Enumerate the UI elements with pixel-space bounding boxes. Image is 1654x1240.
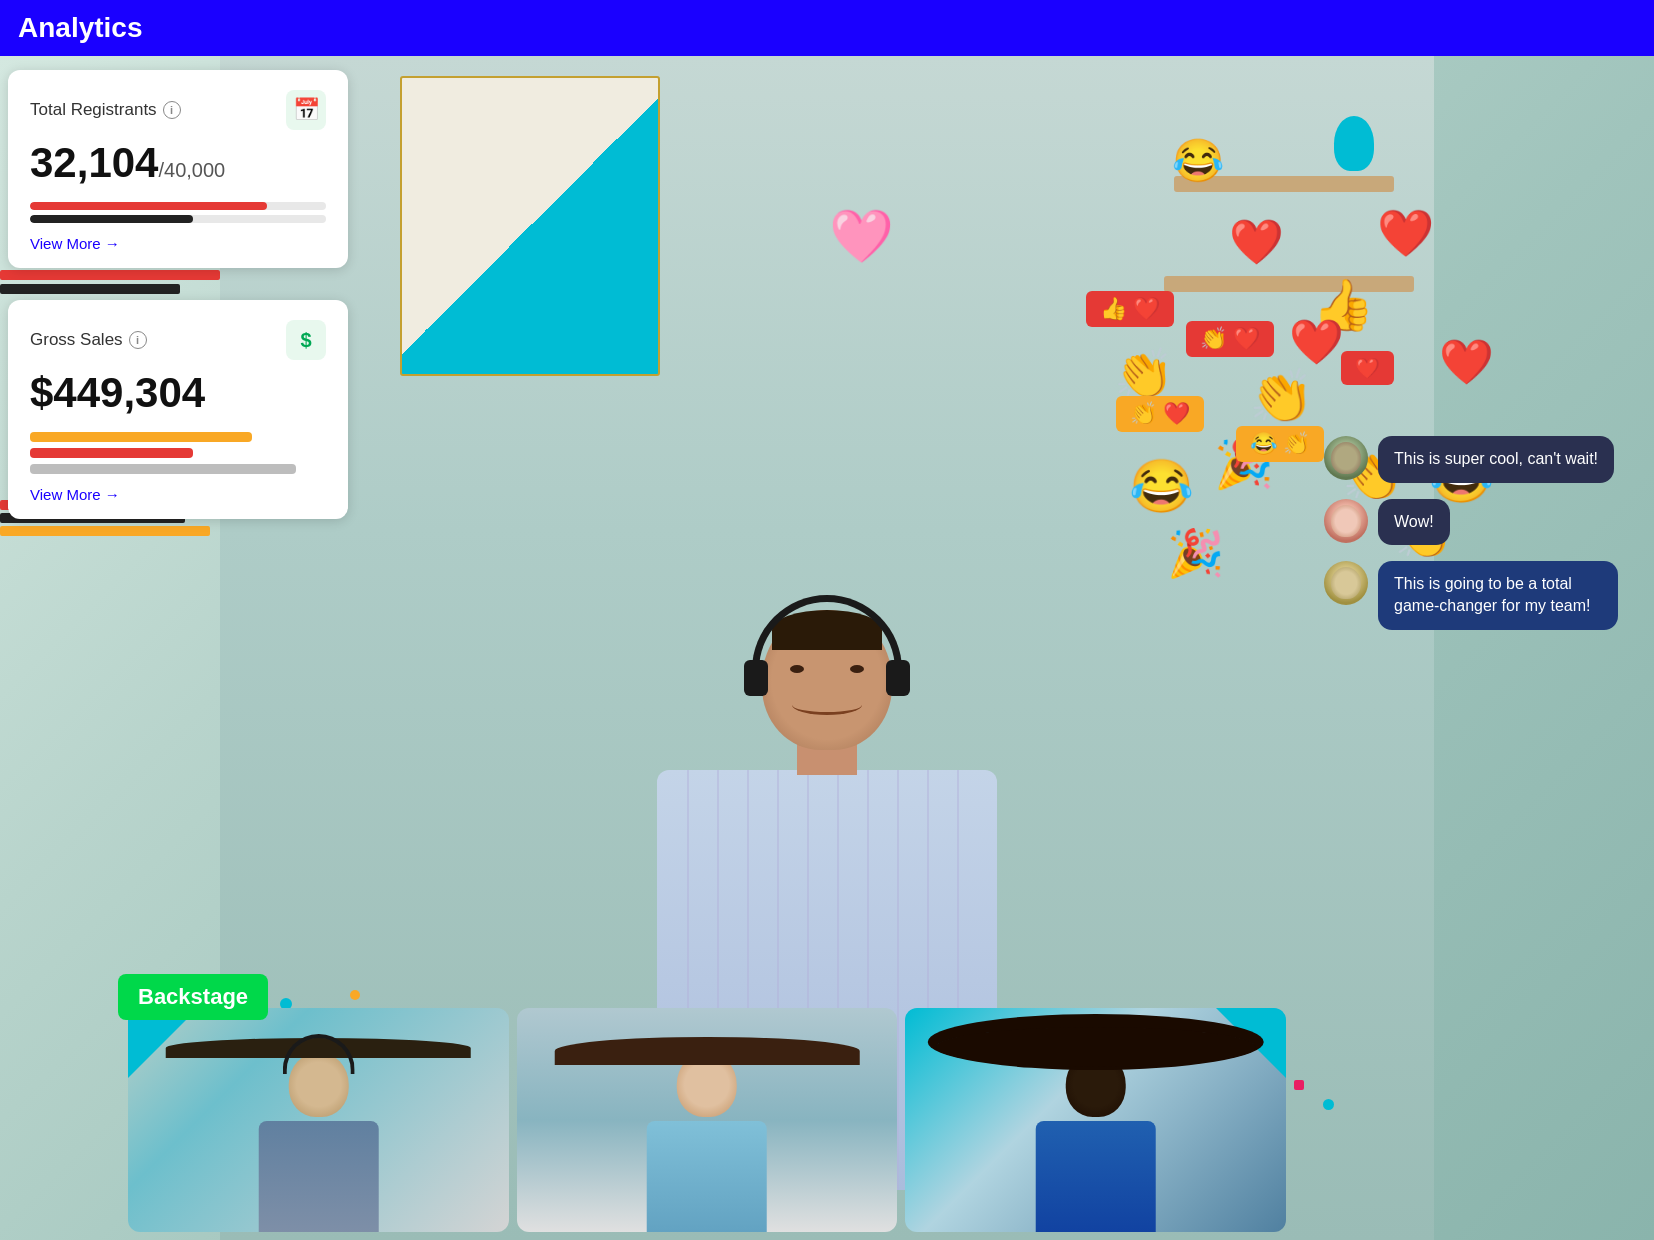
reaction-bar-red-1: 👍 ❤️: [1086, 291, 1174, 327]
registrants-label-text: Total Registrants: [30, 100, 157, 120]
deco-line-black: [0, 284, 180, 294]
head: [762, 610, 892, 750]
sales-number: $449,304: [30, 369, 205, 416]
chat-bubble-2: Wow!: [1378, 499, 1450, 545]
card-registrants-label: Total Registrants i: [30, 100, 181, 120]
thumb-hair-3: [935, 1027, 1256, 1067]
registrants-number: 32,104: [30, 139, 158, 186]
reaction-bar-yellow-1: 👏 ❤️: [1116, 396, 1204, 432]
deco-line2-gold: [0, 526, 210, 536]
progress-track-1: [30, 202, 326, 210]
registrants-value: 32,104/40,000: [30, 138, 326, 188]
card-sales-label: Gross Sales i: [30, 330, 147, 350]
deco-line-red: [0, 270, 220, 280]
thumb-head-2: [677, 1052, 737, 1117]
registrants-icon: 📅: [293, 97, 320, 123]
chat-message-3: This is going to be a total game-changer…: [1324, 561, 1634, 630]
thumb-head-3: [1066, 1052, 1126, 1117]
card-sales-header: Gross Sales i $: [30, 320, 326, 360]
sales-bar-1: [30, 432, 252, 442]
thumbnail-2[interactable]: [517, 1008, 898, 1232]
thumbnail-strip: [120, 1000, 1294, 1240]
chat-text-1: This is super cool, can't wait!: [1394, 450, 1598, 467]
sales-icon-box: $: [286, 320, 326, 360]
thumb-body-1: [258, 1121, 378, 1232]
chat-bubble-1: This is super cool, can't wait!: [1378, 436, 1614, 482]
registrants-icon-box: 📅: [286, 90, 326, 130]
sales-view-more[interactable]: View More →: [30, 486, 326, 503]
headphone-cup-right: [886, 660, 910, 696]
thumb-body-3: [1036, 1121, 1156, 1232]
headphones-band: [752, 595, 902, 675]
thumb-person-3: [943, 1042, 1248, 1232]
chat-text-2: Wow!: [1394, 513, 1434, 530]
backstage-label[interactable]: Backstage: [118, 974, 268, 1020]
thumb-person-2: [555, 1042, 860, 1232]
bg-decor-rectangle: [400, 76, 660, 376]
card-sales: Gross Sales i $ $449,304 View More →: [8, 300, 348, 519]
thumb-hair-2: [555, 1037, 860, 1065]
sales-bars: [30, 432, 326, 474]
chat-message-1: This is super cool, can't wait!: [1324, 436, 1634, 482]
headphone-cup-left: [744, 660, 768, 696]
chat-panel: This is super cool, can't wait! Wow! Thi…: [1314, 56, 1654, 1240]
mouth: [792, 695, 862, 715]
reaction-bar-red-2: 👏 ❤️: [1186, 321, 1274, 357]
chat-bubble-3: This is going to be a total game-changer…: [1378, 561, 1618, 630]
sales-label-text: Gross Sales: [30, 330, 123, 350]
chat-avatar-1: [1324, 436, 1368, 480]
page-title: Analytics: [18, 12, 143, 44]
chat-avatar-2: [1324, 499, 1368, 543]
sales-value: $449,304: [30, 368, 326, 418]
confetti-7: [1294, 1080, 1304, 1090]
thumbnail-1[interactable]: [128, 1008, 509, 1232]
registrants-view-more[interactable]: View More →: [30, 235, 326, 252]
chat-message-2: Wow!: [1324, 499, 1634, 545]
thumbnail-3[interactable]: [905, 1008, 1286, 1232]
card-registrants-header: Total Registrants i 📅: [30, 90, 326, 130]
registrants-sub: /40,000: [158, 159, 225, 181]
confetti-3: [350, 990, 360, 1000]
sales-bar-3: [30, 464, 296, 474]
chat-text-3: This is going to be a total game-changer…: [1394, 575, 1591, 614]
backstage-text: Backstage: [138, 984, 248, 1009]
progress-track-2: [30, 215, 326, 223]
sales-bar-2: [30, 448, 193, 458]
registrants-info-icon[interactable]: i: [163, 101, 181, 119]
top-bar: Analytics: [0, 0, 1654, 56]
progress-fill-black: [30, 215, 193, 223]
thumb-head-1: [288, 1052, 348, 1117]
thumb-body-2: [647, 1121, 767, 1232]
sales-info-icon[interactable]: i: [129, 331, 147, 349]
sales-icon: $: [300, 329, 311, 352]
reaction-bar-yellow-2: 😂 👏: [1236, 426, 1324, 462]
registrants-progress-bars: [30, 202, 326, 223]
card-registrants: Total Registrants i 📅 32,104/40,000 View…: [8, 70, 348, 268]
progress-fill-red: [30, 202, 267, 210]
chat-avatar-3: [1324, 561, 1368, 605]
deco-lines-1: [0, 270, 230, 298]
thumb-person-1: [166, 1042, 471, 1232]
